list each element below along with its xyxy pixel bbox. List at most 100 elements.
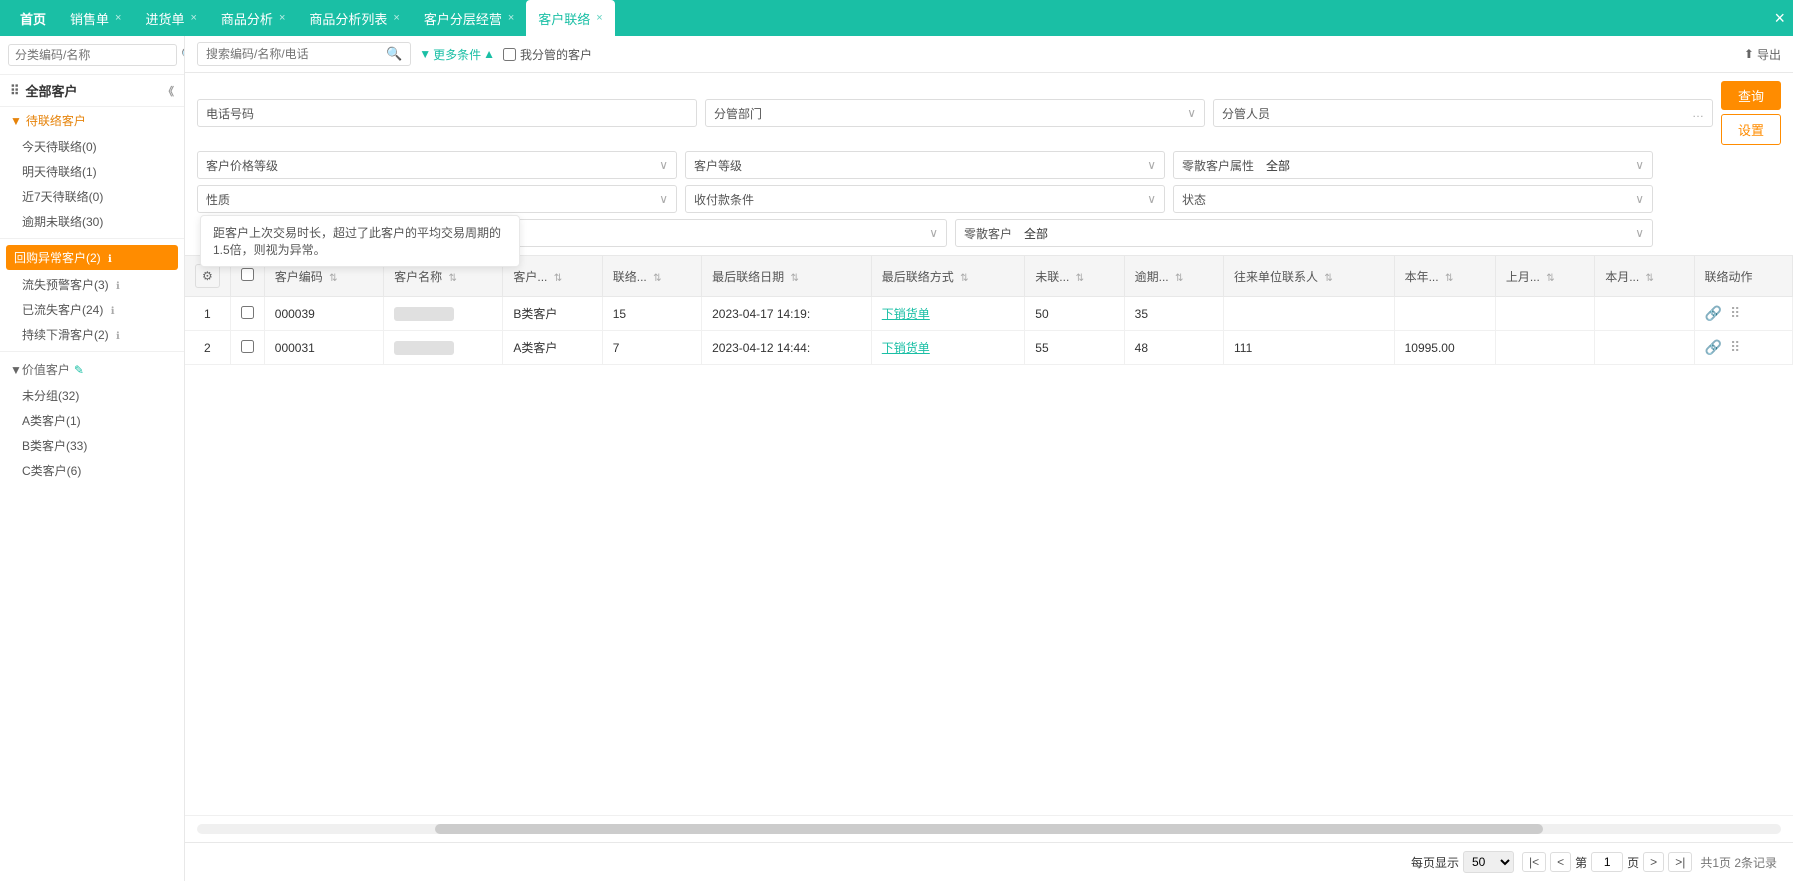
next-page-btn[interactable]: > — [1643, 852, 1664, 872]
row2-name — [384, 331, 503, 365]
sidebar-group-value[interactable]: ▼ 价值客户 ✎ — [0, 356, 184, 383]
export-btn[interactable]: ⬆ 导出 — [1744, 46, 1781, 63]
sort-contact-count-icon[interactable]: ⇅ — [653, 273, 661, 284]
chevron-down-icon-scattered2: ∨ — [1635, 226, 1644, 240]
row1-contact-count: 15 — [602, 297, 701, 331]
sidebar-item-overdue[interactable]: 逾期未联络(30) — [0, 209, 184, 234]
per-page-select[interactable]: 10 20 50 100 — [1463, 851, 1514, 873]
column-settings-btn[interactable]: ⚙ — [195, 264, 220, 288]
close-customer-tier-icon[interactable]: × — [508, 12, 514, 24]
edit-icon[interactable]: ✎ — [74, 363, 84, 377]
filter-status[interactable]: 状态 ∨ — [1173, 185, 1653, 213]
row1-num: 1 — [185, 297, 230, 331]
filter-phone[interactable]: 电话号码 — [197, 99, 697, 127]
sidebar-item-ungroup[interactable]: 未分组(32) — [0, 383, 184, 408]
content-area: 🔍 ▼ 更多条件 ▲ 我分管的客户 ⬆ 导出 电话号码 — [185, 36, 1793, 881]
col-overdue: 逾期... ⇅ — [1124, 256, 1223, 297]
row2-no-contact: 55 — [1025, 331, 1124, 365]
info-icon-1: ℹ — [116, 281, 120, 292]
action-btns: 查询 设置 — [1721, 81, 1781, 145]
prev-page-btn[interactable]: < — [1550, 852, 1571, 872]
sidebar-item-c-class[interactable]: C类客户(6) — [0, 458, 184, 483]
row2-last-type[interactable]: 下销货单 — [871, 331, 1025, 365]
col-last-month: 上月... ⇅ — [1495, 256, 1594, 297]
arrow-down-icon-2: ▼ — [10, 363, 22, 377]
close-purchase-icon[interactable]: × — [190, 12, 196, 24]
filter-customer-level[interactable]: 客户等级 ∨ — [685, 151, 1165, 179]
sidebar-item-today[interactable]: 今天待联络(0) — [0, 134, 184, 159]
sort-last-date-icon[interactable]: ⇅ — [790, 273, 798, 284]
sort-no-contact-icon[interactable]: ⇅ — [1076, 273, 1084, 284]
sidebar-item-loss-warning[interactable]: 流失预警客户(3) ℹ — [0, 272, 184, 297]
last-page-btn[interactable]: >| — [1668, 852, 1692, 872]
filter-scattered-customer[interactable]: 零散客户 全部 ∨ — [955, 219, 1653, 247]
sidebar-group-pending[interactable]: ▼ 待联络客户 — [0, 107, 184, 134]
row1-actions: 🔗 ⠿ — [1694, 297, 1792, 331]
nav-sales[interactable]: 销售单 × — [58, 0, 133, 36]
filter-dept[interactable]: 分管部门 ∨ — [705, 99, 1205, 127]
col-actions: 联络动作 — [1694, 256, 1792, 297]
my-customers-checkbox[interactable] — [503, 48, 516, 61]
grid-icon: ⠿ — [10, 83, 20, 99]
all-customers-title: ⠿ 全部客户 《 — [0, 75, 184, 107]
row1-link-icon[interactable]: 🔗 — [1705, 305, 1722, 322]
more-filter-btn[interactable]: ▼ 更多条件 ▲ — [419, 46, 495, 63]
row2-this-month — [1595, 331, 1694, 365]
sidebar-item-a-class[interactable]: A类客户(1) — [0, 408, 184, 433]
info-icon-0: ℹ — [108, 254, 112, 265]
sort-last-month-icon[interactable]: ⇅ — [1546, 273, 1554, 284]
page-input[interactable] — [1591, 852, 1623, 872]
sidebar-item-tomorrow[interactable]: 明天待联络(1) — [0, 159, 184, 184]
set-button[interactable]: 设置 — [1721, 114, 1781, 145]
nav-product-list[interactable]: 商品分析列表 × — [297, 0, 411, 36]
sort-overdue-icon[interactable]: ⇅ — [1175, 273, 1183, 284]
sidebar-search-input[interactable] — [8, 44, 177, 66]
row1-type: B类客户 — [503, 297, 602, 331]
row2-phone-icon[interactable]: ⠿ — [1730, 339, 1740, 356]
sort-code-icon[interactable]: ⇅ — [329, 273, 337, 284]
sidebar-item-lost[interactable]: 已流失客户(24) ℹ — [0, 297, 184, 322]
app-close-icon[interactable]: × — [1774, 8, 1785, 29]
sidebar-collapse-btn[interactable]: 《 — [163, 83, 174, 99]
nav-home[interactable]: 首页 — [8, 0, 58, 36]
sidebar-item-declining[interactable]: 持续下滑客户(2) ℹ — [0, 322, 184, 347]
row2-last-month — [1495, 331, 1594, 365]
close-product-icon[interactable]: × — [279, 12, 285, 24]
nav-customer-contact[interactable]: 客户联络 × — [526, 0, 614, 36]
col-contacts-person: 往来单位联系人 ⇅ — [1224, 256, 1395, 297]
sort-last-type-icon[interactable]: ⇅ — [960, 273, 968, 284]
adv-filter-row-2: 客户价格等级 ∨ 客户等级 ∨ 零散客户属性 全部 ∨ — [197, 151, 1781, 179]
nav-product-analysis[interactable]: 商品分析 × — [209, 0, 297, 36]
sidebar-item-b-class[interactable]: B类客户(33) — [0, 433, 184, 458]
sidebar-item-repurchase-abnormal[interactable]: 回购异常客户(2) ℹ — [6, 245, 178, 270]
sort-this-year-icon[interactable]: ⇅ — [1445, 273, 1453, 284]
query-button[interactable]: 查询 — [1721, 81, 1781, 110]
search-input[interactable] — [206, 47, 386, 61]
sort-type-icon[interactable]: ⇅ — [554, 273, 562, 284]
row1-last-type[interactable]: 下销货单 — [871, 297, 1025, 331]
sidebar-item-7days[interactable]: 近7天待联络(0) — [0, 184, 184, 209]
col-this-month: 本月... ⇅ — [1595, 256, 1694, 297]
sort-name-icon[interactable]: ⇅ — [448, 273, 456, 284]
row1-phone-icon[interactable]: ⠿ — [1730, 305, 1740, 322]
filter-price-level[interactable]: 客户价格等级 ∨ — [197, 151, 677, 179]
row1-select-checkbox[interactable] — [241, 306, 254, 319]
filter-person[interactable]: 分管人员 … — [1213, 99, 1713, 127]
filter-scattered-attr[interactable]: 零散客户属性 全部 ∨ — [1173, 151, 1653, 179]
close-sales-icon[interactable]: × — [115, 12, 121, 24]
sort-contacts-icon[interactable]: ⇅ — [1324, 273, 1332, 284]
close-customer-contact-icon[interactable]: × — [596, 12, 602, 24]
chevron-down-icon-nature: ∨ — [659, 192, 668, 206]
row2-select-checkbox[interactable] — [241, 340, 254, 353]
close-product-list-icon[interactable]: × — [393, 12, 399, 24]
sort-this-month-icon[interactable]: ⇅ — [1646, 273, 1654, 284]
filter-payment[interactable]: 收付款条件 ∨ — [685, 185, 1165, 213]
search-icon[interactable]: 🔍 — [386, 46, 402, 62]
select-all-checkbox[interactable] — [241, 268, 254, 281]
filter-nature[interactable]: 性质 ∨ — [197, 185, 677, 213]
nav-customer-tier[interactable]: 客户分层经营 × — [412, 0, 526, 36]
chevron-down-icon-status: ∨ — [1635, 192, 1644, 206]
nav-purchase[interactable]: 进货单 × — [133, 0, 208, 36]
first-page-btn[interactable]: |< — [1522, 852, 1546, 872]
row2-link-icon[interactable]: 🔗 — [1705, 339, 1722, 356]
